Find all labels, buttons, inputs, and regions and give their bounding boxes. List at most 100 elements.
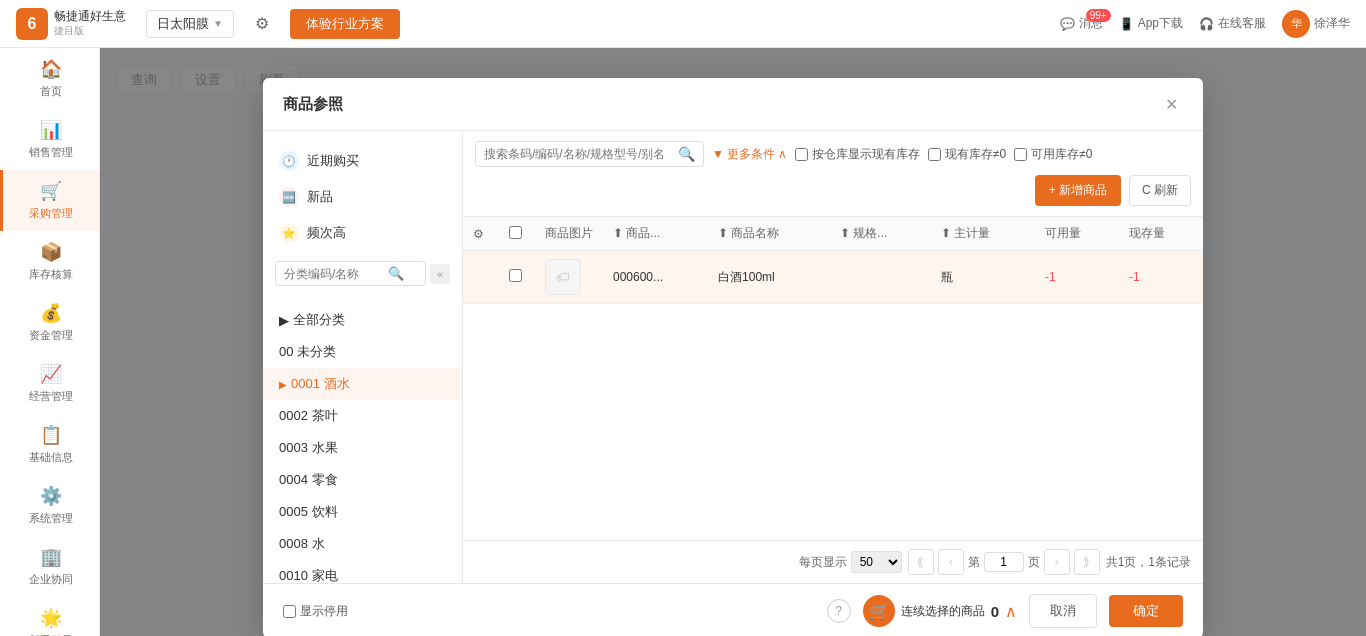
app-download-item[interactable]: 📱 App下载 <box>1119 15 1183 32</box>
trial-button[interactable]: 体验行业方案 <box>290 9 400 39</box>
show-disabled-label: 显示停用 <box>300 603 348 620</box>
online-service-item[interactable]: 🎧 在线客服 <box>1199 15 1266 32</box>
help-button[interactable]: ? <box>827 599 851 623</box>
cart-count: 0 <box>991 603 999 620</box>
sidebar-item-finance[interactable]: 💰 资金管理 <box>0 292 99 353</box>
stock-nonzero-checkbox-item[interactable]: 现有库存≠0 <box>928 146 1006 163</box>
cart-area[interactable]: 🛒 连续选择的商品 0 ∧ <box>863 595 1017 627</box>
cart-icon: 🛒 <box>863 595 895 627</box>
name-col-header[interactable]: ⬆ 商品名称 <box>708 217 830 251</box>
logo-area: 6 畅捷通好生意 捷目版 <box>16 8 126 40</box>
per-page-dropdown[interactable]: 50 20 100 <box>851 551 902 573</box>
page-input[interactable] <box>984 552 1024 572</box>
new-products-item[interactable]: 🆕 新品 <box>263 179 462 215</box>
sidebar-label-enterprise: 企业协同 <box>29 572 73 587</box>
category-0002[interactable]: 0002 茶叶 <box>263 400 462 432</box>
sidebar-item-home[interactable]: 🏠 首页 <box>0 48 99 109</box>
row-checkbox[interactable] <box>509 269 522 282</box>
table-row[interactable]: 🏷 000600... 白酒100ml 瓶 -1 -1 <box>463 251 1203 304</box>
available-nonzero-checkbox[interactable] <box>1014 148 1027 161</box>
category-0004[interactable]: 0004 零食 <box>263 464 462 496</box>
spec-col-header[interactable]: ⬆ 规格... <box>830 217 931 251</box>
warehouse-checkbox-item[interactable]: 按仓库显示现有库存 <box>795 146 920 163</box>
app-download-label: App下载 <box>1138 15 1183 32</box>
modal-close-button[interactable]: ✕ <box>1159 92 1183 116</box>
product-search-icon[interactable]: 🔍 <box>678 146 695 162</box>
row-stock: -1 <box>1119 251 1203 304</box>
add-product-button[interactable]: + 新增商品 <box>1035 175 1121 206</box>
user-initials: 华 <box>1291 16 1302 31</box>
sidebar-item-purchase[interactable]: 🛒 采购管理 <box>0 170 99 231</box>
select-all-checkbox[interactable] <box>509 226 522 239</box>
user-item[interactable]: 华 徐泽华 <box>1282 10 1350 38</box>
recent-label: 近期购买 <box>307 152 359 170</box>
cat-0001-arrow: ▶ <box>279 379 287 390</box>
freq-icon: ⭐ <box>279 223 299 243</box>
category-00[interactable]: 00 未分类 <box>263 336 462 368</box>
all-category-label: 全部分类 <box>293 311 345 329</box>
sidebar-item-basic[interactable]: 📋 基础信息 <box>0 414 99 475</box>
page-total: 共1页，1条记录 <box>1106 554 1191 571</box>
sidebar-item-sales[interactable]: 📊 销售管理 <box>0 109 99 170</box>
category-list: ▶ 全部分类 00 未分类 ▶ 0001 酒水 0002 茶 <box>263 300 462 583</box>
more-filters-button[interactable]: ▼ 更多条件 ∧ <box>712 146 787 163</box>
modal-footer: 显示停用 ? 🛒 连续选择的商品 0 ∧ 取消 确定 <box>263 583 1203 636</box>
stock-nonzero-checkbox[interactable] <box>928 148 941 161</box>
modal-left-panel: 🕐 近期购买 🆕 新品 ⭐ 频次高 <box>263 131 463 583</box>
table-header-row: ⚙ 商品图片 ⬆ 商品... ⬆ 商品名称 <box>463 217 1203 251</box>
cancel-button[interactable]: 取消 <box>1029 594 1097 628</box>
cart-label: 连续选择的商品 <box>901 603 985 620</box>
first-page-button[interactable]: ⟪ <box>908 549 934 575</box>
recent-icon: 🕐 <box>279 151 299 171</box>
sidebar-item-operation[interactable]: 📈 经营管理 <box>0 353 99 414</box>
footer-right: ? 🛒 连续选择的商品 0 ∧ 取消 确定 <box>827 594 1183 628</box>
next-page-button[interactable]: › <box>1044 549 1070 575</box>
page-word: 第 <box>968 554 980 571</box>
sidebar-item-system[interactable]: ⚙️ 系统管理 <box>0 475 99 536</box>
image-col-header: 商品图片 <box>535 217 603 251</box>
logo-sub: 捷目版 <box>54 24 126 38</box>
sidebar-label-operation: 经营管理 <box>29 389 73 404</box>
spec-col-label: ⬆ 规格... <box>840 226 887 240</box>
cat-0003-label: 0003 水果 <box>279 439 338 457</box>
category-0008[interactable]: 0008 水 <box>263 528 462 560</box>
product-search-input[interactable] <box>484 147 674 161</box>
filter-arrow: ∧ <box>778 147 787 161</box>
category-search-area: 🔍 <box>275 261 426 286</box>
messages-item[interactable]: 💬 消息 99+ <box>1060 15 1103 32</box>
cart-collapse-icon[interactable]: ∧ <box>1005 602 1017 621</box>
confirm-button[interactable]: 确定 <box>1109 595 1183 627</box>
nav-select[interactable]: 日太阳膜 ▼ <box>146 10 234 38</box>
category-search-icon[interactable]: 🔍 <box>388 266 404 281</box>
code-col-header[interactable]: ⬆ 商品... <box>603 217 708 251</box>
category-0003[interactable]: 0003 水果 <box>263 432 462 464</box>
unit-col-header[interactable]: ⬆ 主计量 <box>931 217 1035 251</box>
sidebar-item-guide[interactable]: 🌟 新手引导 <box>0 597 99 636</box>
page-navigation: ⟪ ‹ 第 页 › ⟫ <box>908 549 1100 575</box>
operation-icon: 📈 <box>40 363 62 385</box>
show-disabled-checkbox-item[interactable]: 显示停用 <box>283 603 348 620</box>
refresh-button[interactable]: C 刷新 <box>1129 175 1191 206</box>
headset-icon: 🎧 <box>1199 17 1214 31</box>
category-0005[interactable]: 0005 饮料 <box>263 496 462 528</box>
category-all[interactable]: ▶ 全部分类 <box>263 304 462 336</box>
category-0010[interactable]: 0010 家电 <box>263 560 462 583</box>
per-page-label: 每页显示 <box>799 554 847 571</box>
sidebar-item-inventory[interactable]: 📦 库存核算 <box>0 231 99 292</box>
nav-label: 日太阳膜 <box>157 15 209 33</box>
recent-purchases-item[interactable]: 🕐 近期购买 <box>263 143 462 179</box>
last-page-button[interactable]: ⟫ <box>1074 549 1100 575</box>
category-0001[interactable]: ▶ 0001 酒水 <box>263 368 462 400</box>
panel-collapse-button[interactable]: « <box>430 264 450 284</box>
available-nonzero-checkbox-item[interactable]: 可用库存≠0 <box>1014 146 1092 163</box>
frequent-item[interactable]: ⭐ 频次高 <box>263 215 462 251</box>
show-disabled-checkbox[interactable] <box>283 605 296 618</box>
prev-page-button[interactable]: ‹ <box>938 549 964 575</box>
quick-filters-section: 🕐 近期购买 🆕 新品 ⭐ 频次高 <box>263 139 462 255</box>
nav-arrow-icon: ▼ <box>213 18 223 29</box>
user-name: 徐泽华 <box>1314 15 1350 32</box>
category-search-input[interactable] <box>284 267 384 281</box>
sidebar-item-enterprise[interactable]: 🏢 企业协同 <box>0 536 99 597</box>
settings-icon[interactable]: ⚙ <box>246 8 278 40</box>
warehouse-checkbox[interactable] <box>795 148 808 161</box>
